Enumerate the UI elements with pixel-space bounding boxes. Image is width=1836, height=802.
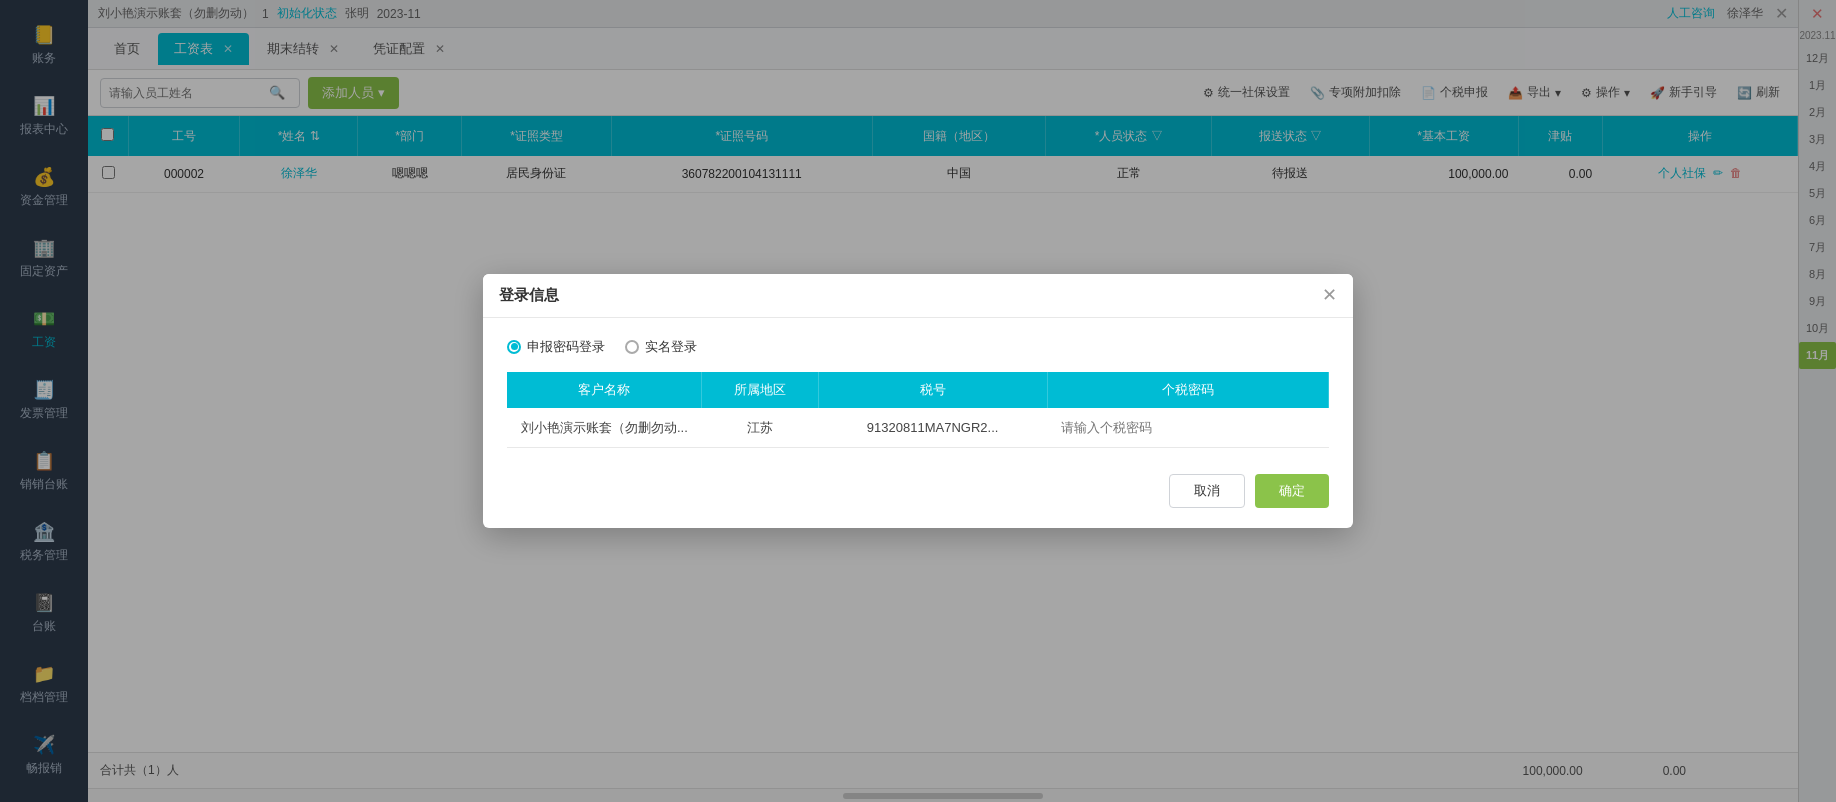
dialog-overlay: 登录信息 ✕ 申报密码登录 实名登录 客户名称 所属 bbox=[0, 0, 1836, 802]
radio-realname-circle bbox=[625, 340, 639, 354]
dialog-header: 登录信息 ✕ bbox=[483, 274, 1353, 318]
cancel-button[interactable]: 取消 bbox=[1169, 474, 1245, 508]
dialog-footer: 取消 确定 bbox=[483, 458, 1353, 528]
inner-row-tax-id: 91320811MA7NGR2... bbox=[818, 408, 1047, 448]
tax-password-input[interactable] bbox=[1061, 420, 1314, 435]
login-dialog: 登录信息 ✕ 申报密码登录 实名登录 客户名称 所属 bbox=[483, 274, 1353, 529]
inner-th-tax-pwd: 个税密码 bbox=[1047, 372, 1328, 408]
inner-row-name: 刘小艳演示账套（勿删勿动... bbox=[507, 408, 702, 448]
confirm-button[interactable]: 确定 bbox=[1255, 474, 1329, 508]
radio-password-label: 申报密码登录 bbox=[527, 338, 605, 356]
radio-realname-label: 实名登录 bbox=[645, 338, 697, 356]
inner-row-tax-pwd[interactable] bbox=[1047, 408, 1328, 448]
login-type-radio-group: 申报密码登录 实名登录 bbox=[507, 338, 1329, 356]
inner-th-name: 客户名称 bbox=[507, 372, 702, 408]
dialog-close-icon[interactable]: ✕ bbox=[1322, 284, 1337, 306]
inner-th-tax-id: 税号 bbox=[818, 372, 1047, 408]
dialog-title: 登录信息 bbox=[499, 286, 559, 305]
radio-realname-login[interactable]: 实名登录 bbox=[625, 338, 697, 356]
radio-password-login[interactable]: 申报密码登录 bbox=[507, 338, 605, 356]
dialog-body: 申报密码登录 实名登录 客户名称 所属地区 税号 个税密码 bbox=[483, 318, 1353, 459]
inner-table-row: 刘小艳演示账套（勿删勿动... 江苏 91320811MA7NGR2... bbox=[507, 408, 1329, 448]
radio-password-circle bbox=[507, 340, 521, 354]
inner-table: 客户名称 所属地区 税号 个税密码 刘小艳演示账套（勿删勿动... 江苏 913… bbox=[507, 372, 1329, 449]
inner-table-header-row: 客户名称 所属地区 税号 个税密码 bbox=[507, 372, 1329, 408]
inner-row-region: 江苏 bbox=[702, 408, 818, 448]
inner-th-region: 所属地区 bbox=[702, 372, 818, 408]
